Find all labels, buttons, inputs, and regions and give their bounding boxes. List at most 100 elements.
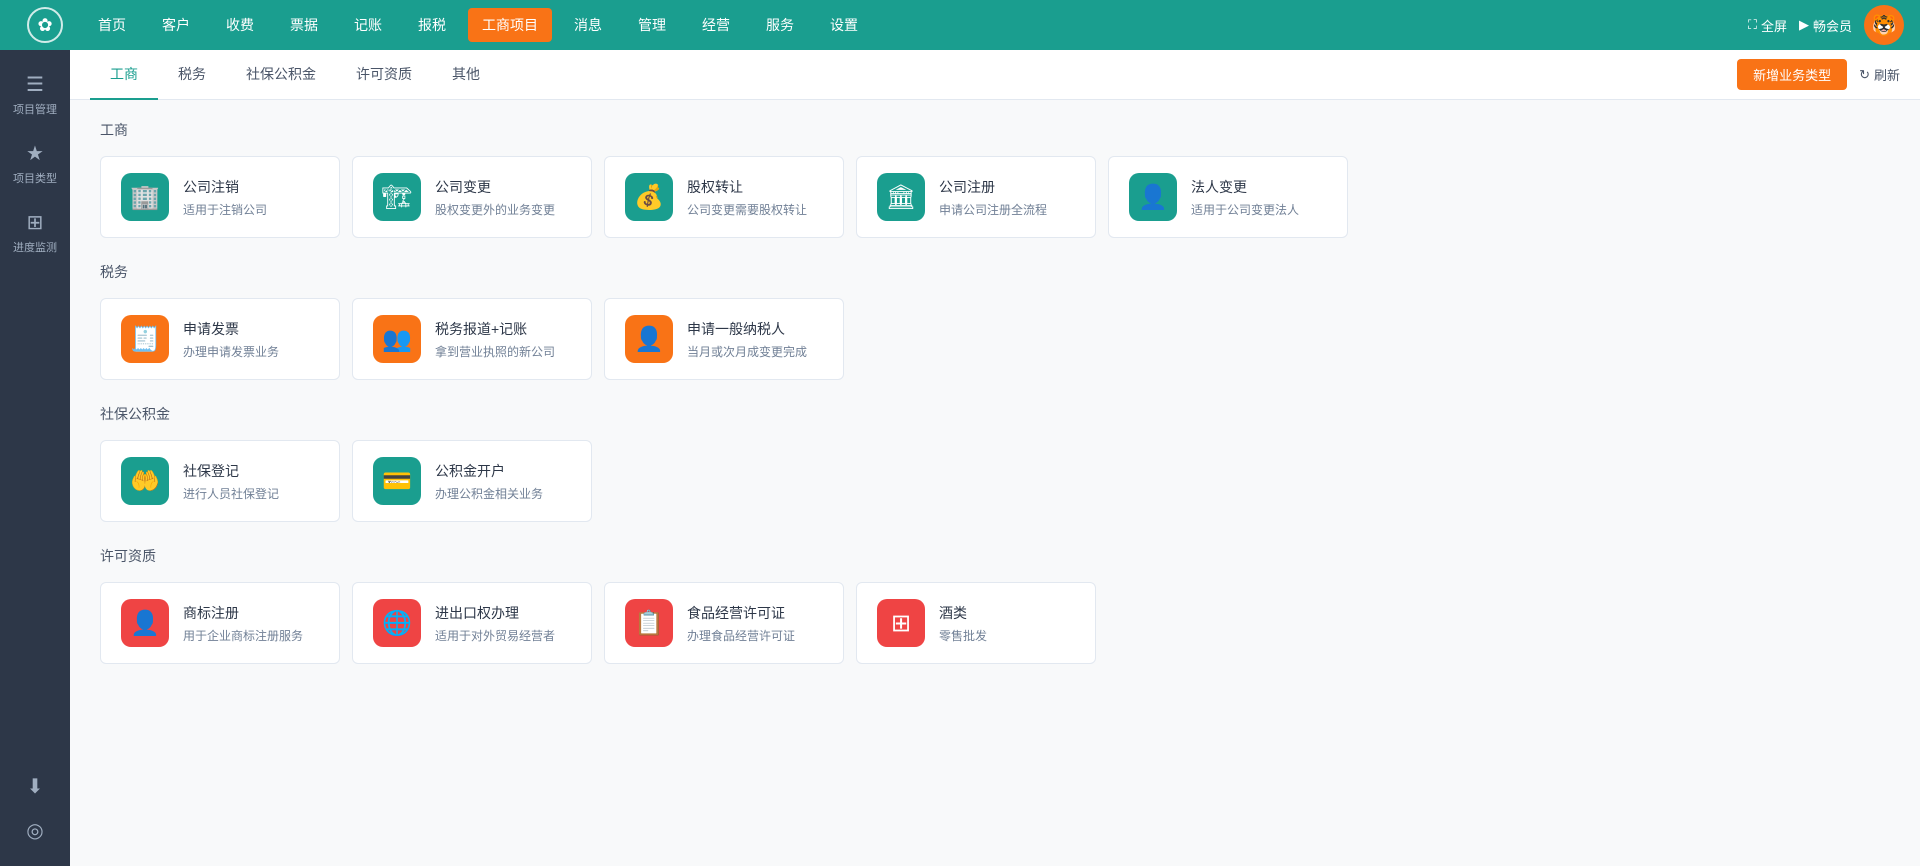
card-icon: 👥	[373, 315, 421, 363]
section-title: 社保公积金	[100, 404, 1890, 424]
card-text: 进出口权办理 适用于对外贸易经营者	[435, 603, 555, 644]
card-name: 法人变更	[1191, 177, 1299, 197]
nav-item-设置[interactable]: 设置	[812, 0, 876, 50]
nav-item-报税[interactable]: 报税	[400, 0, 464, 50]
card-text: 酒类 零售批发	[939, 603, 987, 644]
section-title: 工商	[100, 120, 1890, 140]
card-text: 公司注册 申请公司注册全流程	[939, 177, 1047, 218]
nav-item-消息[interactable]: 消息	[556, 0, 620, 50]
service-card-申请发票[interactable]: 🧾 申请发票 办理申请发票业务	[100, 298, 340, 380]
service-card-社保登记[interactable]: 🤲 社保登记 进行人员社保登记	[100, 440, 340, 522]
service-card-公司变更[interactable]: 🏗 公司变更 股权变更外的业务变更	[352, 156, 592, 238]
card-text: 社保登记 进行人员社保登记	[183, 461, 279, 502]
service-card-食品经营许可证[interactable]: 📋 食品经营许可证 办理食品经营许可证	[604, 582, 844, 664]
card-desc: 办理食品经营许可证	[687, 627, 795, 644]
cards-grid: 🏢 公司注销 适用于注销公司 🏗 公司变更 股权变更外的业务变更 💰 股权转让 …	[100, 156, 1890, 238]
card-desc: 适用于注销公司	[183, 201, 267, 218]
card-name: 申请一般纳税人	[687, 319, 807, 339]
sidebar-item-项目类型[interactable]: ★项目类型	[0, 129, 70, 198]
card-name: 酒类	[939, 603, 987, 623]
nav-item-票据[interactable]: 票据	[272, 0, 336, 50]
service-card-股权转让[interactable]: 💰 股权转让 公司变更需要股权转让	[604, 156, 844, 238]
card-desc: 办理申请发票业务	[183, 343, 279, 360]
card-name: 商标注册	[183, 603, 303, 623]
nav-item-管理[interactable]: 管理	[620, 0, 684, 50]
card-icon: 🧾	[121, 315, 169, 363]
card-icon: 🌐	[373, 599, 421, 647]
sidebar-icon: ☰	[26, 72, 44, 97]
card-text: 公司变更 股权变更外的业务变更	[435, 177, 555, 218]
tab-工商[interactable]: 工商	[90, 50, 158, 100]
main-wrapper: ☰项目管理★项目类型⊞进度监测⬇◎ 工商税务社保公积金许可资质其他 新增业务类型…	[0, 50, 1920, 866]
sidebar-label: 项目管理	[13, 101, 57, 117]
card-text: 申请一般纳税人 当月或次月成变更完成	[687, 319, 807, 360]
sidebar-item-进度监测[interactable]: ⊞进度监测	[0, 198, 70, 267]
vip-icon: ▶	[1799, 17, 1809, 33]
sidebar-label: 项目类型	[13, 170, 57, 186]
nav-item-经营[interactable]: 经营	[684, 0, 748, 50]
nav-item-客户[interactable]: 客户	[144, 0, 208, 50]
card-name: 进出口权办理	[435, 603, 555, 623]
card-icon: 📋	[625, 599, 673, 647]
sidebar: ☰ 项目管理 ★项目类型⊞进度监测 ⬇◎	[0, 50, 70, 866]
service-card-商标注册[interactable]: 👤 商标注册 用于企业商标注册服务	[100, 582, 340, 664]
service-card-申请一般纳税人[interactable]: 👤 申请一般纳税人 当月或次月成变更完成	[604, 298, 844, 380]
card-name: 食品经营许可证	[687, 603, 795, 623]
tab-社保公积金[interactable]: 社保公积金	[226, 50, 336, 100]
refresh-button[interactable]: ↻ 刷新	[1859, 65, 1900, 84]
card-name: 公司注册	[939, 177, 1047, 197]
card-text: 公积金开户 办理公积金相关业务	[435, 461, 543, 502]
section-社保公积金: 社保公积金 🤲 社保登记 进行人员社保登记 💳 公积金开户 办理公积金相关业务	[100, 404, 1890, 522]
nav-item-工商项目[interactable]: 工商项目	[468, 8, 552, 42]
tab-税务[interactable]: 税务	[158, 50, 226, 100]
fullscreen-label: 全屏	[1761, 16, 1787, 35]
new-type-button[interactable]: 新增业务类型	[1737, 59, 1847, 90]
nav-item-服务[interactable]: 服务	[748, 0, 812, 50]
section-工商: 工商 🏢 公司注销 适用于注销公司 🏗 公司变更 股权变更外的业务变更 💰 股权…	[100, 120, 1890, 238]
tab-bar: 工商税务社保公积金许可资质其他 新增业务类型 ↻ 刷新	[70, 50, 1920, 100]
nav-items: 首页客户收费票据记账报税工商项目消息管理经营服务设置	[80, 0, 1748, 50]
nav-item-首页[interactable]: 首页	[80, 0, 144, 50]
refresh-icon: ↻	[1859, 67, 1870, 83]
card-desc: 公司变更需要股权转让	[687, 201, 807, 218]
card-text: 食品经营许可证 办理食品经营许可证	[687, 603, 795, 644]
logo-area: ✿	[10, 7, 80, 43]
tab-其他[interactable]: 其他	[432, 50, 500, 100]
service-card-法人变更[interactable]: 👤 法人变更 适用于公司变更法人	[1108, 156, 1348, 238]
card-desc: 当月或次月成变更完成	[687, 343, 807, 360]
service-card-酒类[interactable]: ⊞ 酒类 零售批发	[856, 582, 1096, 664]
tab-许可资质[interactable]: 许可资质	[336, 50, 432, 100]
service-card-税务报道+记账[interactable]: 👥 税务报道+记账 拿到营业执照的新公司	[352, 298, 592, 380]
card-text: 法人变更 适用于公司变更法人	[1191, 177, 1299, 218]
card-name: 公积金开户	[435, 461, 543, 481]
top-navigation: ✿ 首页客户收费票据记账报税工商项目消息管理经营服务设置 ⛶ 全屏 ▶ 畅会员 …	[0, 0, 1920, 50]
card-desc: 适用于对外贸易经营者	[435, 627, 555, 644]
card-icon: 💰	[625, 173, 673, 221]
nav-item-收费[interactable]: 收费	[208, 0, 272, 50]
sidebar-item-项目管理[interactable]: ☰ 项目管理	[0, 60, 70, 129]
card-icon: 🏢	[121, 173, 169, 221]
tab-right: 新增业务类型 ↻ 刷新	[1737, 59, 1900, 90]
service-card-公司注册[interactable]: 🏛 公司注册 申请公司注册全流程	[856, 156, 1096, 238]
card-desc: 零售批发	[939, 627, 987, 644]
card-desc: 用于企业商标注册服务	[183, 627, 303, 644]
logo-icon: ✿	[27, 7, 63, 43]
card-icon: 🏛	[877, 173, 925, 221]
card-desc: 股权变更外的业务变更	[435, 201, 555, 218]
card-text: 商标注册 用于企业商标注册服务	[183, 603, 303, 644]
card-icon: 🤲	[121, 457, 169, 505]
service-card-进出口权办理[interactable]: 🌐 进出口权办理 适用于对外贸易经营者	[352, 582, 592, 664]
sidebar-bottom-settings[interactable]: ◎	[15, 810, 55, 850]
nav-item-记账[interactable]: 记账	[336, 0, 400, 50]
service-card-公司注销[interactable]: 🏢 公司注销 适用于注销公司	[100, 156, 340, 238]
section-税务: 税务 🧾 申请发票 办理申请发票业务 👥 税务报道+记账 拿到营业执照的新公司 …	[100, 262, 1890, 380]
sidebar-bottom-download[interactable]: ⬇	[15, 766, 55, 806]
card-icon: ⊞	[877, 599, 925, 647]
service-card-公积金开户[interactable]: 💳 公积金开户 办理公积金相关业务	[352, 440, 592, 522]
section-许可资质: 许可资质 👤 商标注册 用于企业商标注册服务 🌐 进出口权办理 适用于对外贸易经…	[100, 546, 1890, 664]
card-icon: 🏗	[373, 173, 421, 221]
vip-button[interactable]: ▶ 畅会员	[1799, 16, 1852, 35]
card-icon: 💳	[373, 457, 421, 505]
fullscreen-button[interactable]: ⛶ 全屏	[1748, 16, 1787, 35]
card-text: 税务报道+记账 拿到营业执照的新公司	[435, 319, 555, 360]
